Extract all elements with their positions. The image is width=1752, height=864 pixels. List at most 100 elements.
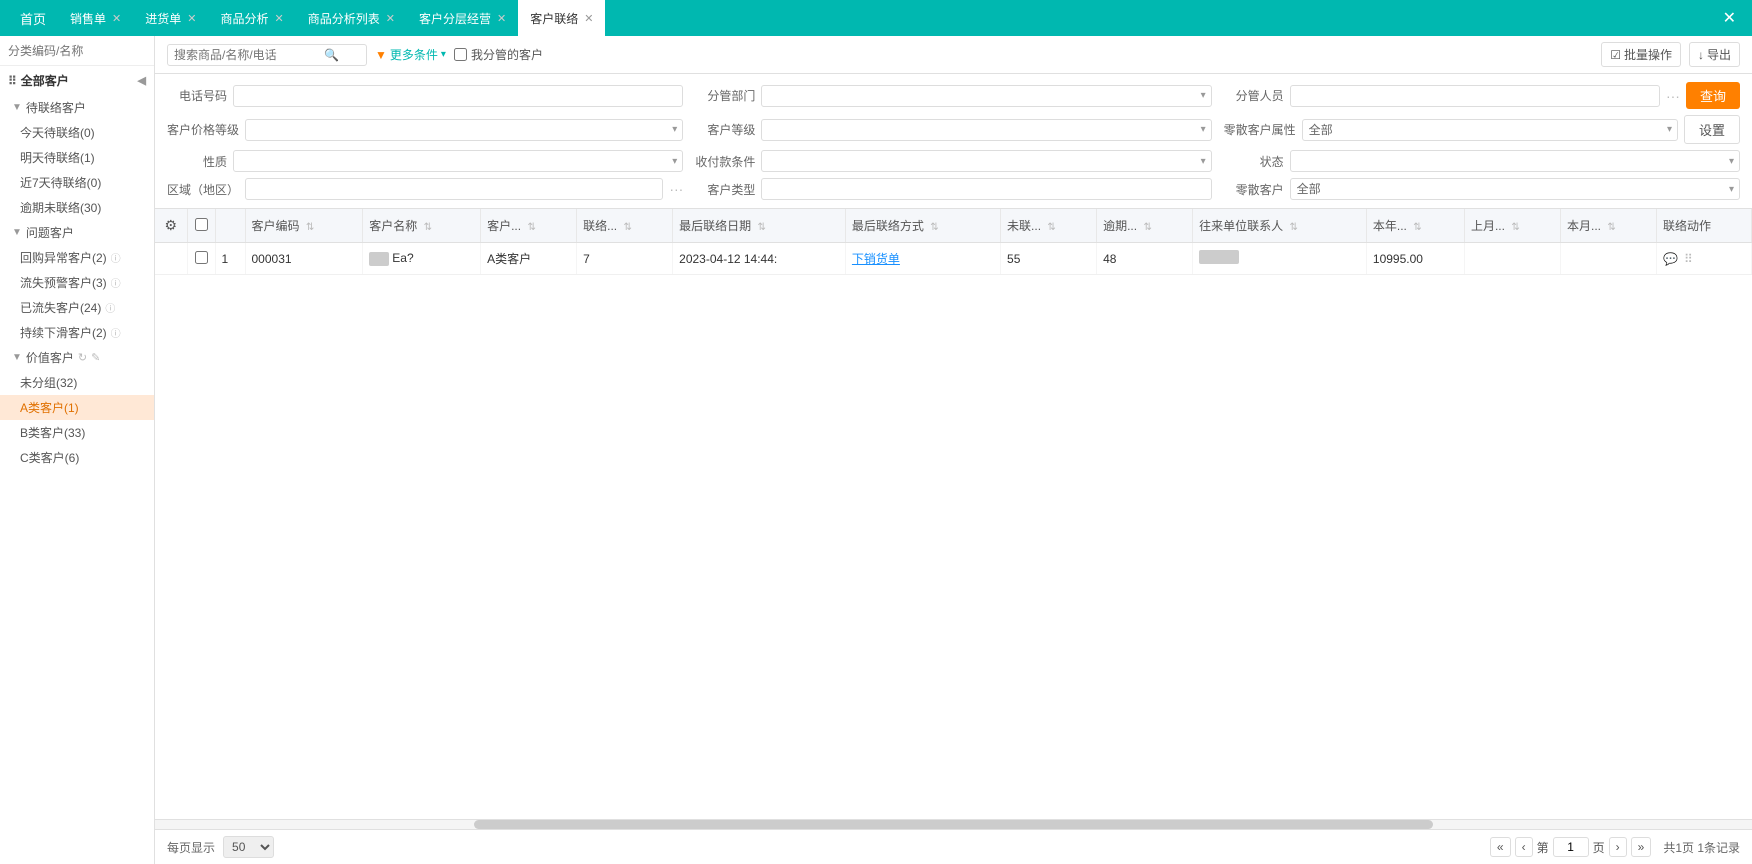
sidebar-item-7days[interactable]: 近7天待联络(0) [0, 170, 154, 195]
more-conditions-button[interactable]: ▼ 更多条件 ▾ [375, 46, 446, 63]
retail-attr-select[interactable]: 全部 [1302, 119, 1678, 141]
sort-name[interactable]: ⇅ [424, 222, 432, 233]
payment-select[interactable] [761, 150, 1211, 172]
close-purchase-tab[interactable]: ✕ [187, 12, 196, 25]
action-chat-icon[interactable]: 💬 [1663, 252, 1678, 266]
sidebar-group-value[interactable]: ▼ 价值客户 ↻ ✎ [0, 345, 154, 370]
nav-tab-customer-tier[interactable]: 客户分层经营 ✕ [407, 0, 518, 36]
phone-input[interactable] [233, 85, 683, 107]
action-more-icon[interactable]: ⠿ [1684, 252, 1693, 266]
price-level-select-wrapper: ▾ [245, 119, 683, 141]
page-number-input[interactable] [1553, 837, 1589, 857]
nav-home[interactable]: 首页 [8, 9, 58, 28]
sort-type[interactable]: ⇅ [527, 222, 535, 233]
setting-button[interactable]: 设置 [1684, 115, 1740, 144]
last-method-link[interactable]: 下销货单 [852, 252, 900, 266]
last-page-button[interactable]: » [1631, 837, 1652, 857]
select-all-checkbox[interactable] [195, 218, 208, 231]
th-unit-contact[interactable]: 往来单位联系人 ⇅ [1193, 209, 1367, 243]
page-nav: « ‹ 第 页 › » 共1页 1条记录 [1490, 837, 1740, 857]
th-this-year[interactable]: 本年... ⇅ [1366, 209, 1464, 243]
sidebar-search-input[interactable] [8, 44, 155, 58]
th-last-month[interactable]: 上月... ⇅ [1464, 209, 1560, 243]
th-gear: ⚙ [155, 209, 187, 243]
nav-tab-purchase[interactable]: 进货单 ✕ [133, 0, 208, 36]
sort-unit-contact[interactable]: ⇅ [1289, 222, 1297, 233]
export-button[interactable]: ↓ 导出 [1689, 42, 1740, 67]
sidebar-item-c-class[interactable]: C类客户(6) [0, 445, 154, 470]
edit-icon[interactable]: ✎ [91, 351, 100, 364]
collapse-icon[interactable]: ◀ [138, 74, 146, 87]
sort-overdue[interactable]: ⇅ [1143, 222, 1151, 233]
sidebar-group-problem[interactable]: ▼ 问题客户 [0, 220, 154, 245]
sidebar-group-pending[interactable]: ▼ 待联络客户 [0, 95, 154, 120]
close-tier-tab[interactable]: ✕ [497, 12, 506, 25]
sidebar-item-today[interactable]: 今天待联络(0) [0, 120, 154, 145]
nav-tab-sales[interactable]: 销售单 ✕ [58, 0, 133, 36]
my-customers-filter[interactable]: 我分管的客户 [454, 46, 543, 63]
th-contact[interactable]: 联络... ⇅ [577, 209, 673, 243]
nav-tab-analysis[interactable]: 商品分析 ✕ [208, 0, 295, 36]
table-settings-gear[interactable]: ⚙ [161, 217, 181, 234]
sidebar-item-a-class[interactable]: A类客户(1) [0, 395, 154, 420]
th-no-contact[interactable]: 未联... ⇅ [1001, 209, 1097, 243]
query-button[interactable]: 查询 [1686, 82, 1740, 109]
my-customers-checkbox[interactable] [454, 48, 467, 61]
sort-this-year[interactable]: ⇅ [1413, 222, 1421, 233]
th-overdue[interactable]: 逾期... ⇅ [1097, 209, 1193, 243]
page-size-select[interactable]: 50 10 20 100 [223, 836, 274, 858]
batch-op-button[interactable]: ☑ 批量操作 [1601, 42, 1681, 67]
sort-last-method[interactable]: ⇅ [930, 222, 938, 233]
sort-this-month[interactable]: ⇅ [1607, 222, 1615, 233]
row-checkbox[interactable] [195, 251, 208, 264]
first-page-button[interactable]: « [1490, 837, 1511, 857]
customer-type-input[interactable] [761, 178, 1211, 200]
sidebar-item-repurchase-abnormal[interactable]: 回购异常客户(2) ⓘ [0, 245, 154, 270]
th-type[interactable]: 客户... ⇅ [481, 209, 577, 243]
sort-last-month[interactable]: ⇅ [1511, 222, 1519, 233]
nature-select[interactable] [233, 150, 683, 172]
region-input[interactable] [245, 178, 663, 200]
sort-last-date[interactable]: ⇅ [758, 222, 766, 233]
next-page-button[interactable]: › [1609, 837, 1627, 857]
region-dots[interactable]: ··· [669, 181, 683, 197]
nav-tab-customer-contact[interactable]: 客户联络 ✕ [518, 0, 605, 36]
close-analysis-tab[interactable]: ✕ [275, 12, 284, 25]
sidebar-item-no-group[interactable]: 未分组(32) [0, 370, 154, 395]
prev-page-button[interactable]: ‹ [1515, 837, 1533, 857]
dept-select[interactable] [761, 85, 1211, 107]
status-label: 状态 [1224, 153, 1284, 170]
manager-input[interactable] [1290, 85, 1660, 107]
sidebar-item-declining[interactable]: 持续下滑客户(2) ⓘ [0, 320, 154, 345]
nav-tab-analysis-list[interactable]: 商品分析列表 ✕ [296, 0, 407, 36]
all-customers-header[interactable]: ⠿ 全部客户 ◀ [0, 66, 154, 95]
close-sales-tab[interactable]: ✕ [112, 12, 121, 25]
sidebar-item-overdue[interactable]: 逾期未联络(30) [0, 195, 154, 220]
sidebar-item-churn-warning[interactable]: 流失预警客户(3) ⓘ [0, 270, 154, 295]
th-last-method[interactable]: 最后联络方式 ⇅ [845, 209, 1000, 243]
sidebar-item-churned[interactable]: 已流失客户(24) ⓘ [0, 295, 154, 320]
sort-code[interactable]: ⇅ [306, 222, 314, 233]
sort-no-contact[interactable]: ⇅ [1047, 222, 1055, 233]
sidebar-item-b-class[interactable]: B类客户(33) [0, 420, 154, 445]
search-icon[interactable]: 🔍 [324, 48, 339, 62]
customer-level-select[interactable] [761, 119, 1211, 141]
retail-customer-select[interactable]: 全部 [1290, 178, 1740, 200]
nature-select-wrapper: ▾ [233, 150, 683, 172]
sidebar-search-area: 🔍 [0, 36, 154, 66]
close-analysis-list-tab[interactable]: ✕ [386, 12, 395, 25]
th-name[interactable]: 客户名称 ⇅ [363, 209, 481, 243]
search-input[interactable] [174, 48, 324, 62]
status-select[interactable] [1290, 150, 1740, 172]
th-this-month[interactable]: 本月... ⇅ [1560, 209, 1656, 243]
manager-dots[interactable]: ··· [1666, 88, 1680, 104]
price-level-select[interactable] [245, 119, 683, 141]
th-last-date[interactable]: 最后联络日期 ⇅ [673, 209, 846, 243]
refresh-icon[interactable]: ↻ [78, 351, 87, 364]
sidebar-item-tomorrow[interactable]: 明天待联络(1) [0, 145, 154, 170]
horizontal-scrollbar[interactable] [155, 819, 1752, 829]
sort-contact[interactable]: ⇅ [623, 222, 631, 233]
th-code[interactable]: 客户编码 ⇅ [245, 209, 363, 243]
window-close-button[interactable]: ✕ [1715, 8, 1744, 28]
close-contact-tab[interactable]: ✕ [584, 12, 593, 25]
